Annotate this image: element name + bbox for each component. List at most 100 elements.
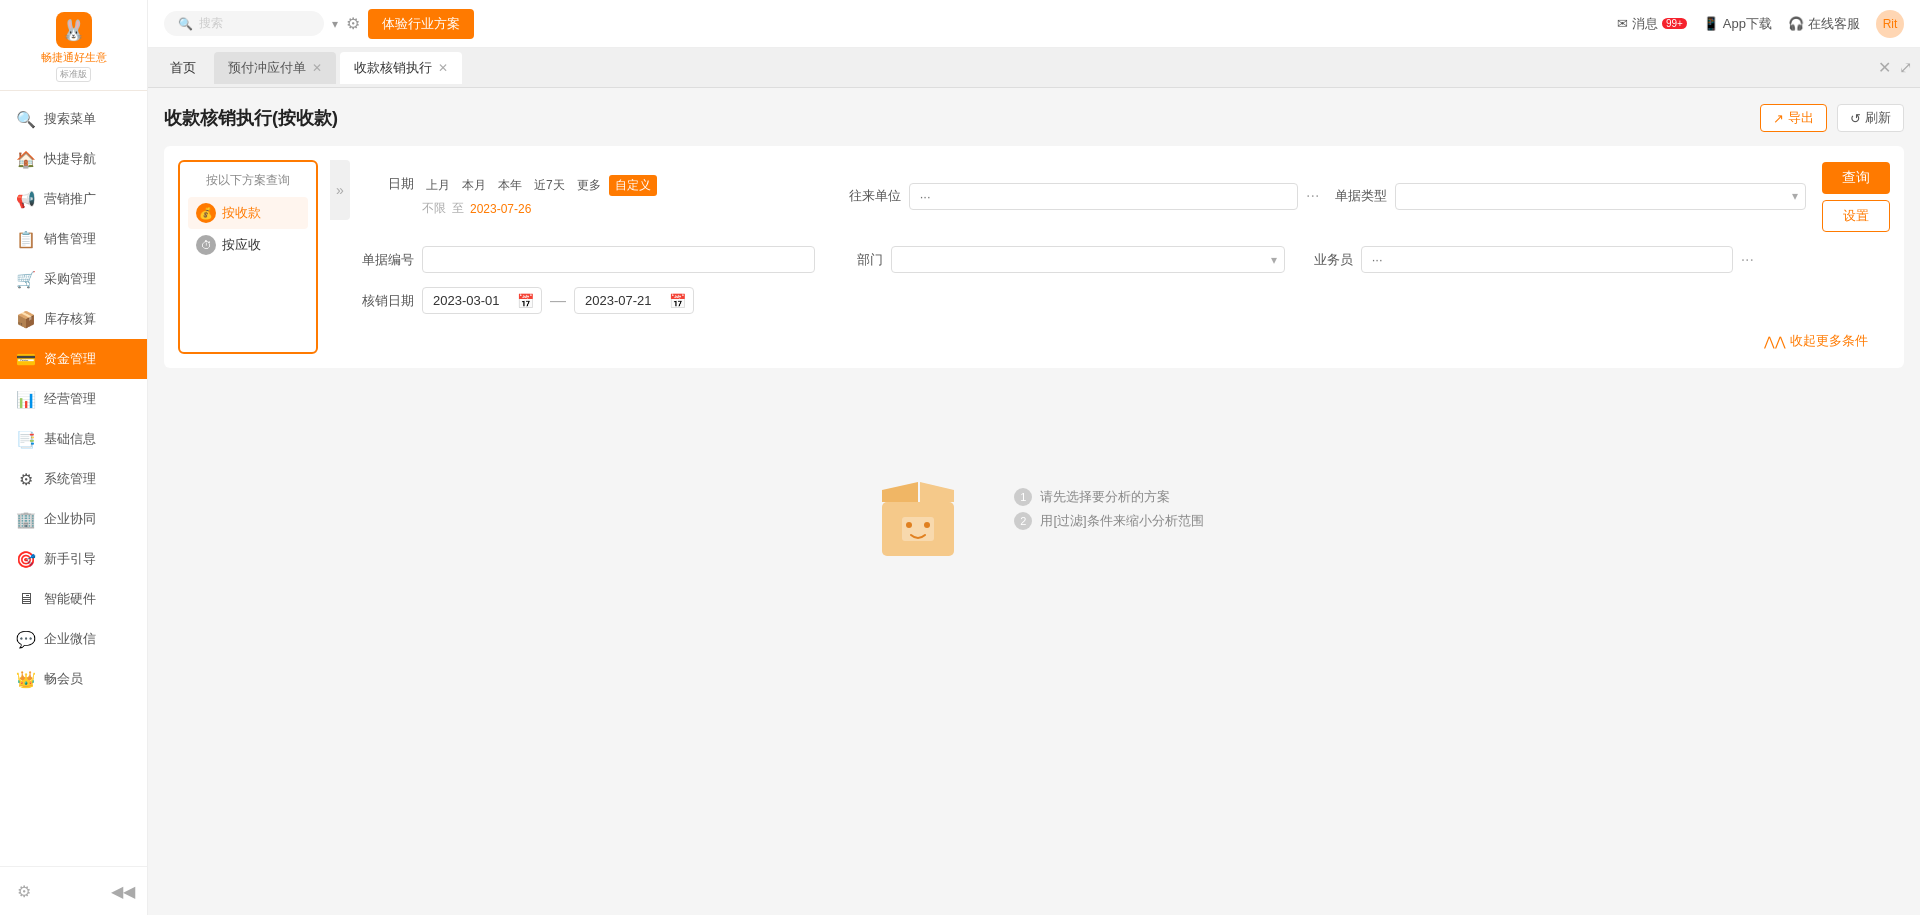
sidebar-menu: 🔍 搜索菜单 🏠 快捷导航 📢 营销推广 📋 销售管理 🛒 采购管理 📦 库存核… bbox=[0, 91, 147, 866]
sidebar-icon: 🎯 bbox=[16, 549, 36, 569]
sidebar-item-智能硬件[interactable]: 🖥 智能硬件 bbox=[0, 579, 147, 619]
sidebar-bottom: ⚙ ◀◀ bbox=[0, 866, 147, 915]
settings-button[interactable]: 设置 bbox=[1822, 200, 1890, 232]
tab-prepay-close[interactable]: ✕ bbox=[312, 62, 322, 74]
date-shortcut-more[interactable]: 更多 bbox=[573, 175, 605, 196]
doctype-select[interactable] bbox=[1395, 183, 1806, 210]
app-download-btn[interactable]: 📱 App下载 bbox=[1703, 15, 1772, 33]
tab-home-label: 首页 bbox=[170, 59, 196, 77]
tab-prepay-label: 预付冲应付单 bbox=[228, 59, 306, 77]
export-label: 导出 bbox=[1788, 109, 1814, 127]
collapse-sidebar-icon[interactable]: ◀◀ bbox=[109, 877, 137, 905]
filter-option-by-receivable[interactable]: ⏱ 按应收 bbox=[188, 229, 308, 261]
date-shortcut-7days[interactable]: 近7天 bbox=[530, 175, 569, 196]
online-service-btn[interactable]: 🎧 在线客服 bbox=[1788, 15, 1860, 33]
sidebar-icon: 📋 bbox=[16, 229, 36, 249]
sidebar-item-企业微信[interactable]: 💬 企业微信 bbox=[0, 619, 147, 659]
sidebar-label: 新手引导 bbox=[44, 550, 96, 568]
topbar-dropdown-arrow[interactable]: ▾ bbox=[332, 17, 338, 31]
salesperson-dots[interactable]: ··· bbox=[1741, 251, 1754, 269]
user-avatar[interactable]: Rit bbox=[1876, 10, 1904, 38]
salesperson-input[interactable] bbox=[1361, 246, 1733, 273]
page-title: 收款核销执行(按收款) bbox=[164, 106, 338, 130]
filter-field-docno: 单据编号 bbox=[362, 246, 815, 273]
sidebar-item-企业协同[interactable]: 🏢 企业协同 bbox=[0, 499, 147, 539]
sidebar-icon: 🔍 bbox=[16, 109, 36, 129]
logo-icon: 🐰 bbox=[56, 12, 92, 48]
salesperson-label: 业务员 bbox=[1301, 251, 1353, 269]
verify-date-start-input[interactable] bbox=[422, 287, 542, 314]
sidebar-item-销售管理[interactable]: 📋 销售管理 bbox=[0, 219, 147, 259]
counterpart-input[interactable] bbox=[909, 183, 1298, 210]
sidebar-item-新手引导[interactable]: 🎯 新手引导 bbox=[0, 539, 147, 579]
sidebar-item-经营管理[interactable]: 📊 经营管理 bbox=[0, 379, 147, 419]
query-button[interactable]: 查询 bbox=[1822, 162, 1890, 194]
tab-prepay[interactable]: 预付冲应付单 ✕ bbox=[214, 52, 336, 84]
dept-select[interactable] bbox=[891, 246, 1284, 273]
dept-select-wrapper: ▾ bbox=[891, 246, 1284, 273]
sidebar-label: 企业微信 bbox=[44, 630, 96, 648]
date-to-text: 至 bbox=[452, 200, 464, 217]
tab-verify-label: 收款核销执行 bbox=[354, 59, 432, 77]
counterpart-dots[interactable]: ··· bbox=[1306, 187, 1319, 205]
empty-num-1: 1 bbox=[1014, 488, 1032, 506]
settings-icon[interactable]: ⚙ bbox=[10, 877, 38, 905]
svg-point-5 bbox=[924, 522, 930, 528]
content-area: 收款核销执行(按收款) ↗ 导出 ↺ 刷新 按以下方案查询 💰 按收款 bbox=[148, 88, 1920, 915]
empty-hint-1: 1 请先选择要分析的方案 bbox=[1014, 488, 1203, 506]
collapse-more-btn[interactable]: ⋀⋀ 收起更多条件 bbox=[1754, 328, 1878, 354]
sidebar-item-畅会员[interactable]: 👑 畅会员 bbox=[0, 659, 147, 699]
phone-icon: 📱 bbox=[1703, 16, 1719, 31]
verify-date-end-input[interactable] bbox=[574, 287, 694, 314]
tab-close-all-icon[interactable]: ✕ bbox=[1878, 58, 1891, 77]
industry-btn[interactable]: 体验行业方案 bbox=[368, 9, 474, 39]
search-box[interactable]: 🔍 搜索 bbox=[164, 11, 324, 36]
sidebar: 🐰 畅捷通好生意 标准版 🔍 搜索菜单 🏠 快捷导航 📢 营销推广 📋 销售管理… bbox=[0, 0, 148, 915]
filter-field-dept: 部门 ▾ bbox=[831, 246, 1284, 273]
sidebar-icon: ⚙ bbox=[16, 469, 36, 489]
tab-verify-close[interactable]: ✕ bbox=[438, 62, 448, 74]
date-shortcut-last-month[interactable]: 上月 bbox=[422, 175, 454, 196]
date-shortcut-this-year[interactable]: 本年 bbox=[494, 175, 526, 196]
filter-row-date: 日期 上月 本月 本年 近7天 更多 自定义 不限 bbox=[362, 160, 1890, 232]
docno-input[interactable] bbox=[422, 246, 815, 273]
sidebar-item-搜索菜单[interactable]: 🔍 搜索菜单 bbox=[0, 99, 147, 139]
topbar-left: 🔍 搜索 ▾ ⚙ 体验行业方案 bbox=[164, 9, 1617, 39]
sidebar-item-快捷导航[interactable]: 🏠 快捷导航 bbox=[0, 139, 147, 179]
sidebar-item-采购管理[interactable]: 🛒 采购管理 bbox=[0, 259, 147, 299]
date-shortcut-custom[interactable]: 自定义 bbox=[609, 175, 657, 196]
sidebar-item-营销推广[interactable]: 📢 营销推广 bbox=[0, 179, 147, 219]
date-shortcut-this-month[interactable]: 本月 bbox=[458, 175, 490, 196]
sidebar-item-系统管理[interactable]: ⚙ 系统管理 bbox=[0, 459, 147, 499]
export-button[interactable]: ↗ 导出 bbox=[1760, 104, 1827, 132]
collapse-more: ⋀⋀ 收起更多条件 bbox=[362, 328, 1890, 354]
sidebar-item-基础信息[interactable]: 📑 基础信息 bbox=[0, 419, 147, 459]
verify-date-separator: — bbox=[550, 292, 566, 310]
headset-icon: 🎧 bbox=[1788, 16, 1804, 31]
tab-home[interactable]: 首页 bbox=[156, 52, 210, 84]
message-badge: 99+ bbox=[1662, 18, 1687, 29]
sidebar-label: 营销推广 bbox=[44, 190, 96, 208]
refresh-button[interactable]: ↺ 刷新 bbox=[1837, 104, 1904, 132]
date-label: 日期 bbox=[362, 175, 414, 193]
empty-illustration-svg bbox=[864, 462, 974, 562]
filter-collapse-btn[interactable]: » bbox=[330, 160, 350, 220]
sidebar-item-库存核算[interactable]: 📦 库存核算 bbox=[0, 299, 147, 339]
empty-hint-1-text: 请先选择要分析的方案 bbox=[1040, 488, 1170, 506]
filter-option-by-receipt[interactable]: 💰 按收款 bbox=[188, 197, 308, 229]
message-btn[interactable]: ✉ 消息 99+ bbox=[1617, 15, 1687, 33]
filter-panel: 按以下方案查询 💰 按收款 ⏱ 按应收 » 日期 bbox=[164, 146, 1904, 368]
tab-expand-icon[interactable]: ⤢ bbox=[1899, 58, 1912, 77]
sidebar-item-资金管理[interactable]: 💳 资金管理 bbox=[0, 339, 147, 379]
dept-label: 部门 bbox=[831, 251, 883, 269]
topbar-gear-icon[interactable]: ⚙ bbox=[346, 14, 360, 33]
sidebar-icon: 📊 bbox=[16, 389, 36, 409]
page-header: 收款核销执行(按收款) ↗ 导出 ↺ 刷新 bbox=[164, 104, 1904, 132]
filter-scheme-sidebar: 按以下方案查询 💰 按收款 ⏱ 按应收 bbox=[178, 160, 318, 354]
filter-option-receivable-label: 按应收 bbox=[222, 236, 261, 254]
sidebar-icon: 💳 bbox=[16, 349, 36, 369]
empty-num-2: 2 bbox=[1014, 512, 1032, 530]
export-icon: ↗ bbox=[1773, 111, 1784, 126]
verify-date-range: 📅 — 📅 bbox=[422, 287, 866, 314]
tab-verify[interactable]: 收款核销执行 ✕ bbox=[340, 52, 462, 84]
